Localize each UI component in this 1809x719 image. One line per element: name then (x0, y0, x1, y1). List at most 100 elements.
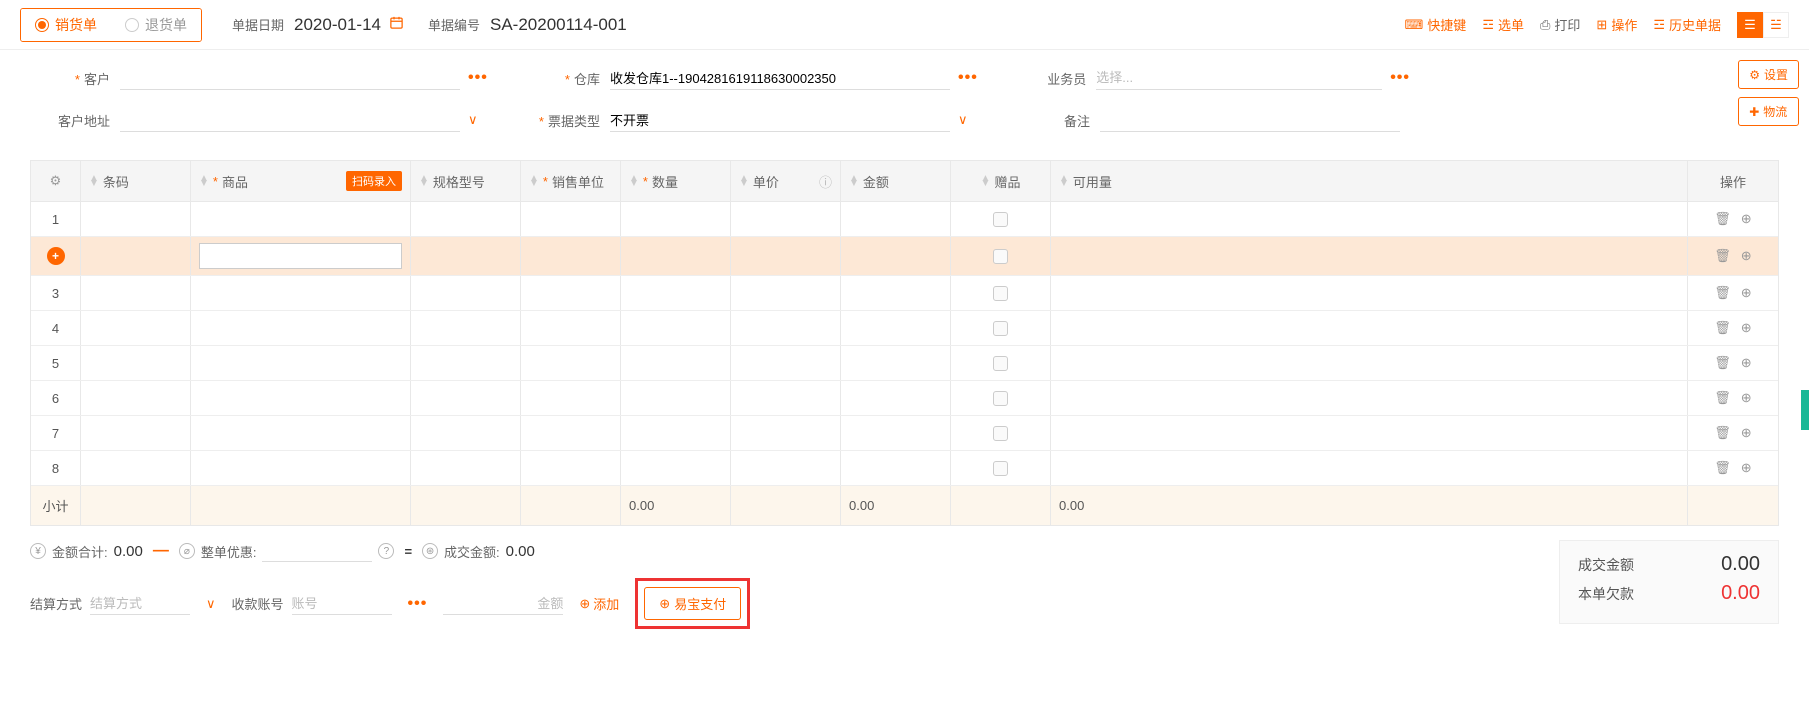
customer-input[interactable] (120, 66, 460, 90)
salesman-input[interactable] (1096, 66, 1382, 90)
gift-checkbox[interactable] (993, 391, 1008, 406)
col-avail[interactable]: ▲▼可用量 (1051, 161, 1688, 201)
delete-row-icon[interactable]: 🗑 (1714, 211, 1731, 227)
calendar-icon[interactable] (389, 15, 404, 34)
col-barcode[interactable]: ▲▼条码 (81, 161, 191, 201)
row-index: 5 (31, 346, 81, 380)
table-row[interactable]: 7 🗑 ⊕ (31, 416, 1778, 451)
warehouse-lookup-icon[interactable]: ••• (958, 69, 978, 87)
remark-input[interactable] (1100, 108, 1400, 132)
discount-input[interactable] (262, 540, 372, 562)
row-index: 7 (31, 416, 81, 450)
table-row[interactable]: 6🗑⊕ (31, 381, 1778, 416)
delete-row-icon[interactable]: 🗑 (1714, 285, 1731, 301)
add-row-icon[interactable]: ⊕ (1741, 355, 1752, 371)
delete-row-icon[interactable]: 🗑 (1714, 248, 1731, 264)
gift-checkbox[interactable] (993, 461, 1008, 476)
product-cell-input[interactable] (199, 243, 402, 269)
gear-icon[interactable]: ⚙ (50, 173, 62, 189)
settings-button[interactable]: ⚙ 设置 (1738, 60, 1799, 89)
row-index: 4 (31, 311, 81, 345)
delete-row-icon[interactable]: 🗑 (1714, 425, 1731, 441)
add-row-icon[interactable]: ⊕ (1741, 320, 1752, 336)
add-row-icon[interactable]: ⊕ (1741, 285, 1752, 301)
date-label: 单据日期 (232, 15, 284, 34)
add-row-icon[interactable]: ⊕ (1741, 460, 1752, 476)
help-icon[interactable]: ? (378, 543, 394, 559)
row-index: 8 (31, 451, 81, 485)
logistics-button[interactable]: ✚ 物流 (1738, 97, 1799, 126)
yibao-pay-button[interactable]: ⊕ 易宝支付 (644, 587, 741, 620)
deal-amount-label: 成交金额: (444, 542, 500, 561)
scan-badge[interactable]: 扫码录入 (346, 171, 402, 191)
add-row-icon[interactable]: ⊕ (1741, 425, 1752, 441)
col-amount[interactable]: ▲▼金额 (841, 161, 951, 201)
sort-icon: ▲▼ (629, 176, 639, 186)
tab-label: 退货单 (145, 15, 187, 35)
customer-lookup-icon[interactable]: ••• (468, 69, 488, 87)
gear-icon: ⚙ (1749, 68, 1760, 82)
help-icon[interactable]: ⓘ (819, 172, 832, 191)
date-value[interactable]: 2020-01-14 (294, 15, 381, 35)
gift-checkbox[interactable] (993, 426, 1008, 441)
row-index: 3 (31, 276, 81, 310)
pay-amount-input[interactable] (443, 593, 563, 615)
gift-checkbox[interactable] (993, 286, 1008, 301)
table-row[interactable]: 8 🗑 ⊕ (31, 451, 1778, 486)
invoice-type-input[interactable] (610, 108, 950, 132)
salesman-lookup-icon[interactable]: ••• (1390, 69, 1410, 87)
owe-value: 0.00 (1721, 582, 1760, 605)
add-row-icon[interactable]: ⊕ (1741, 390, 1752, 406)
warehouse-input[interactable] (610, 66, 950, 90)
pay-method-input[interactable] (90, 593, 190, 615)
delete-row-icon[interactable]: 🗑 (1714, 320, 1731, 336)
delete-row-icon[interactable]: 🗑 (1714, 460, 1731, 476)
gift-checkbox[interactable] (993, 212, 1008, 227)
account-lookup-icon[interactable]: ••• (408, 595, 428, 613)
view-compact-button[interactable]: ☰ (1737, 12, 1763, 38)
gift-checkbox[interactable] (993, 249, 1008, 264)
address-input[interactable] (120, 108, 460, 132)
shortcut-button[interactable]: ⌨ 快捷键 (1405, 15, 1467, 34)
add-payment-button[interactable]: ⊕ 添加 (579, 594, 619, 613)
gift-checkbox[interactable] (993, 356, 1008, 371)
delete-row-icon[interactable]: 🗑 (1714, 390, 1731, 406)
owe-label: 本单欠款 (1578, 584, 1634, 604)
add-row-icon[interactable]: ⊕ (1741, 211, 1752, 227)
col-spec[interactable]: ▲▼规格型号 (411, 161, 521, 201)
view-list-button[interactable]: ☱ (1763, 12, 1789, 38)
add-row-icon[interactable]: ⊕ (1741, 248, 1752, 264)
sort-icon: ▲▼ (739, 176, 749, 186)
select-order-button[interactable]: ☲ 选单 (1482, 15, 1524, 34)
print-button[interactable]: ⎙ 打印 (1540, 15, 1580, 34)
side-handle[interactable] (1801, 390, 1809, 430)
add-row-icon[interactable]: + (47, 247, 65, 265)
col-product[interactable]: ▲▼*商品扫码录入 (191, 161, 411, 201)
col-unit[interactable]: ▲▼*销售单位 (521, 161, 621, 201)
delete-row-icon[interactable]: 🗑 (1714, 355, 1731, 371)
deal-amount-value: 0.00 (506, 543, 535, 560)
warehouse-label: 仓库 (574, 72, 600, 87)
chevron-down-icon[interactable]: ∨ (206, 596, 216, 612)
history-button[interactable]: ☲ 历史单据 (1653, 15, 1721, 34)
table-row[interactable]: + 🗑 ⊕ (31, 237, 1778, 276)
table-row[interactable]: 3 🗑 ⊕ (31, 276, 1778, 311)
tab-sales-order[interactable]: 销货单 (21, 9, 111, 41)
chevron-down-icon[interactable]: ∨ (468, 112, 478, 128)
deal-icon: ⊛ (422, 543, 438, 559)
table-row[interactable]: 5 🗑 ⊕ (31, 346, 1778, 381)
table-row[interactable]: 1🗑⊕ (31, 202, 1778, 237)
operate-button[interactable]: ⊞ 操作 (1596, 15, 1637, 34)
table-row[interactable]: 4 🗑 ⊕ (31, 311, 1778, 346)
tab-return-order[interactable]: 退货单 (111, 9, 201, 41)
gift-checkbox[interactable] (993, 321, 1008, 336)
account-input[interactable] (292, 593, 392, 615)
col-gift[interactable]: ▲▼赠品 (951, 161, 1051, 201)
col-qty[interactable]: ▲▼*数量 (621, 161, 731, 201)
col-price[interactable]: ▲▼单价ⓘ (731, 161, 841, 201)
print-icon: ⎙ (1540, 17, 1550, 33)
subtotal-avail: 0.00 (1051, 486, 1688, 525)
docno-value: SA-20200114-001 (490, 15, 627, 35)
chevron-down-icon[interactable]: ∨ (958, 112, 968, 128)
plus-icon: ✚ (1749, 105, 1759, 119)
